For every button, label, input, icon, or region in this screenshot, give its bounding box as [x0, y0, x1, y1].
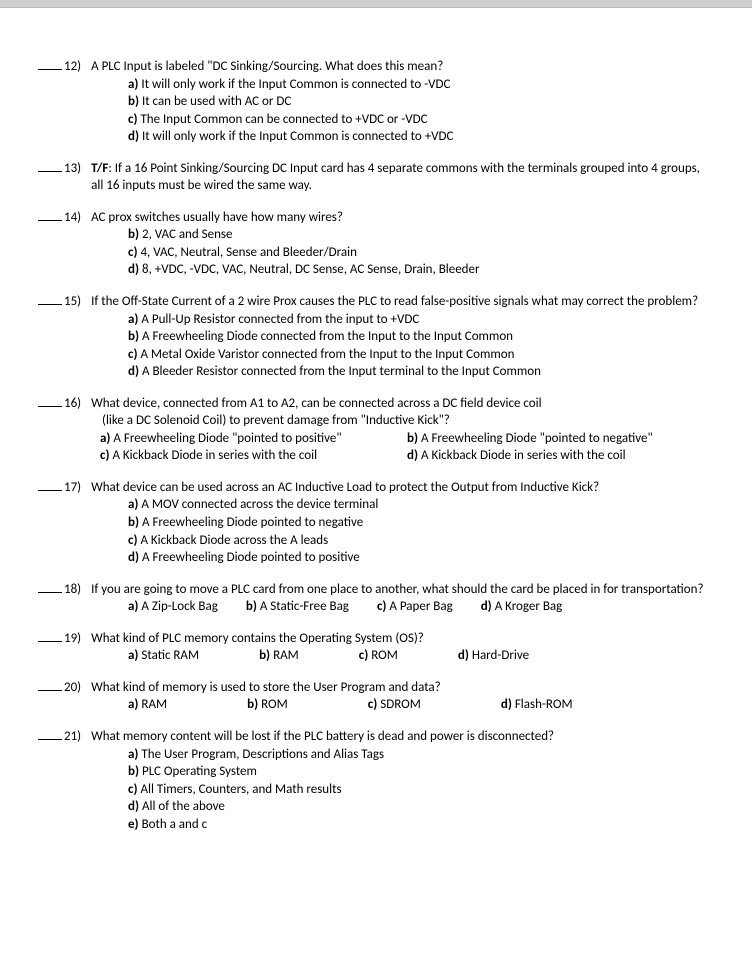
- question-text: If the Off-State Current of a 2 wire Pro…: [91, 293, 714, 311]
- option-a: a) A Pull-Up Resistor connected from the…: [128, 311, 714, 329]
- option-d: d) A Bleeder Resistor connected from the…: [128, 363, 714, 381]
- question-number: 17): [64, 479, 81, 497]
- answer-blank[interactable]: [38, 690, 62, 691]
- option-b: b) A Freewheeling Diode connected from t…: [128, 328, 714, 346]
- option-b: b) It can be used with AC or DC: [128, 93, 714, 111]
- question-text: What kind of memory is used to store the…: [91, 679, 714, 697]
- option-c: c) The Input Common can be connected to …: [128, 111, 714, 129]
- question-stem: 13) T/F: If a 16 Point Sinking/Sourcing …: [38, 160, 714, 195]
- answer-blank[interactable]: [38, 406, 62, 407]
- option-d: d) Hard-Drive: [458, 647, 529, 665]
- answer-blank[interactable]: [38, 490, 62, 491]
- question-number: 12): [64, 58, 81, 76]
- option-a: a) It will only work if the Input Common…: [128, 76, 714, 94]
- question-stem: 18) If you are going to move a PLC card …: [38, 581, 714, 599]
- question-number: 19): [64, 630, 81, 648]
- option-c: c) A Paper Bag: [377, 598, 453, 616]
- answer-blank[interactable]: [38, 739, 62, 740]
- question-13: 13) T/F: If a 16 Point Sinking/Sourcing …: [38, 160, 714, 195]
- question-17: 17) What device can be used across an AC…: [38, 479, 714, 567]
- options: a) RAM b) ROM c) SDROM d) Flash-ROM: [38, 696, 714, 714]
- options: b) 2, VAC and Sense c) 4, VAC, Neutral, …: [38, 226, 714, 279]
- option-c: c) A Kickback Diode across the A leads: [128, 532, 714, 550]
- option-c: c) All Timers, Counters, and Math result…: [128, 781, 714, 799]
- options: a) A Zip-Lock Bag b) A Static-Free Bag c…: [38, 598, 714, 616]
- question-20: 20) What kind of memory is used to store…: [38, 679, 714, 714]
- options: a) The User Program, Descriptions and Al…: [38, 746, 714, 834]
- question-19: 19) What kind of PLC memory contains the…: [38, 630, 714, 665]
- option-c: c) 4, VAC, Neutral, Sense and Bleeder/Dr…: [128, 244, 714, 262]
- options: a) A MOV connected across the device ter…: [38, 496, 714, 566]
- options: a) A Freewheeling Diode "pointed to posi…: [38, 430, 714, 465]
- question-number: 21): [64, 728, 81, 746]
- question-text-cont: (like a DC Solenoid Coil) to prevent dam…: [38, 412, 714, 430]
- options: a) It will only work if the Input Common…: [38, 76, 714, 146]
- question-16: 16) What device, connected from A1 to A2…: [38, 395, 714, 465]
- option-e: e) Both a and c: [128, 816, 714, 834]
- question-18: 18) If you are going to move a PLC card …: [38, 581, 714, 616]
- option-d: d) A Kroger Bag: [481, 598, 563, 616]
- document-page: 12) A PLC Input is labeled "DC Sinking/S…: [0, 8, 752, 887]
- option-d: d) Flash-ROM: [501, 696, 573, 714]
- question-stem: 19) What kind of PLC memory contains the…: [38, 630, 714, 648]
- option-b: b) RAM: [259, 647, 299, 665]
- option-c: c) ROM: [359, 647, 398, 665]
- option-b: b) 2, VAC and Sense: [128, 226, 714, 244]
- option-c: c) A Kickback Diode in series with the c…: [100, 447, 407, 465]
- question-text: What memory content will be lost if the …: [91, 728, 714, 746]
- answer-blank[interactable]: [38, 641, 62, 642]
- question-text: If you are going to move a PLC card from…: [91, 581, 714, 599]
- option-b: b) A Freewheeling Diode pointed to negat…: [128, 514, 714, 532]
- question-12: 12) A PLC Input is labeled "DC Sinking/S…: [38, 58, 714, 146]
- answer-blank[interactable]: [38, 220, 62, 221]
- question-stem: 17) What device can be used across an AC…: [38, 479, 714, 497]
- option-c: c) A Metal Oxide Varistor connected from…: [128, 346, 714, 364]
- question-text: What kind of PLC memory contains the Ope…: [91, 630, 714, 648]
- answer-blank[interactable]: [38, 304, 62, 305]
- question-number: 18): [64, 581, 81, 599]
- question-number: 14): [64, 209, 81, 227]
- option-a: a) RAM: [128, 696, 167, 714]
- question-stem: 20) What kind of memory is used to store…: [38, 679, 714, 697]
- question-stem: 14) AC prox switches usually have how ma…: [38, 209, 714, 227]
- question-14: 14) AC prox switches usually have how ma…: [38, 209, 714, 279]
- option-d: d) It will only work if the Input Common…: [128, 128, 714, 146]
- option-c: c) SDROM: [368, 696, 421, 714]
- question-text: T/F: If a 16 Point Sinking/Sourcing DC I…: [91, 160, 714, 195]
- option-a: a) The User Program, Descriptions and Al…: [128, 746, 714, 764]
- question-number: 16): [64, 395, 81, 413]
- option-a: a) A MOV connected across the device ter…: [128, 496, 714, 514]
- question-number: 13): [64, 160, 81, 178]
- question-number: 20): [64, 679, 81, 697]
- question-21: 21) What memory content will be lost if …: [38, 728, 714, 833]
- option-b: b) PLC Operating System: [128, 763, 714, 781]
- option-a: a) Static RAM: [128, 647, 199, 665]
- window-topbar: [0, 0, 752, 8]
- option-b: b) A Static-Free Bag: [246, 598, 349, 616]
- question-text: AC prox switches usually have how many w…: [91, 209, 714, 227]
- question-stem: 15) If the Off-State Current of a 2 wire…: [38, 293, 714, 311]
- option-d: d) All of the above: [128, 798, 714, 816]
- question-text: What device can be used across an AC Ind…: [91, 479, 714, 497]
- option-b: b) ROM: [247, 696, 288, 714]
- options: a) A Pull-Up Resistor connected from the…: [38, 311, 714, 381]
- answer-blank[interactable]: [38, 592, 62, 593]
- option-a: a) A Freewheeling Diode "pointed to posi…: [100, 430, 407, 448]
- option-b: b) A Freewheeling Diode "pointed to nega…: [407, 430, 714, 448]
- question-stem: 16) What device, connected from A1 to A2…: [38, 395, 714, 413]
- question-stem: 12) A PLC Input is labeled "DC Sinking/S…: [38, 58, 714, 76]
- question-15: 15) If the Off-State Current of a 2 wire…: [38, 293, 714, 381]
- question-text: What device, connected from A1 to A2, ca…: [91, 395, 714, 413]
- question-text: A PLC Input is labeled "DC Sinking/Sourc…: [91, 58, 714, 76]
- option-d: d) 8, +VDC, -VDC, VAC, Neutral, DC Sense…: [128, 261, 714, 279]
- option-a: a) A Zip-Lock Bag: [128, 598, 218, 616]
- option-d: d) A Kickback Diode in series with the c…: [407, 447, 714, 465]
- answer-blank[interactable]: [38, 171, 62, 172]
- option-d: d) A Freewheeling Diode pointed to posit…: [128, 549, 714, 567]
- options: a) Static RAM b) RAM c) ROM d) Hard-Driv…: [38, 647, 714, 665]
- answer-blank[interactable]: [38, 69, 62, 70]
- question-number: 15): [64, 293, 81, 311]
- question-stem: 21) What memory content will be lost if …: [38, 728, 714, 746]
